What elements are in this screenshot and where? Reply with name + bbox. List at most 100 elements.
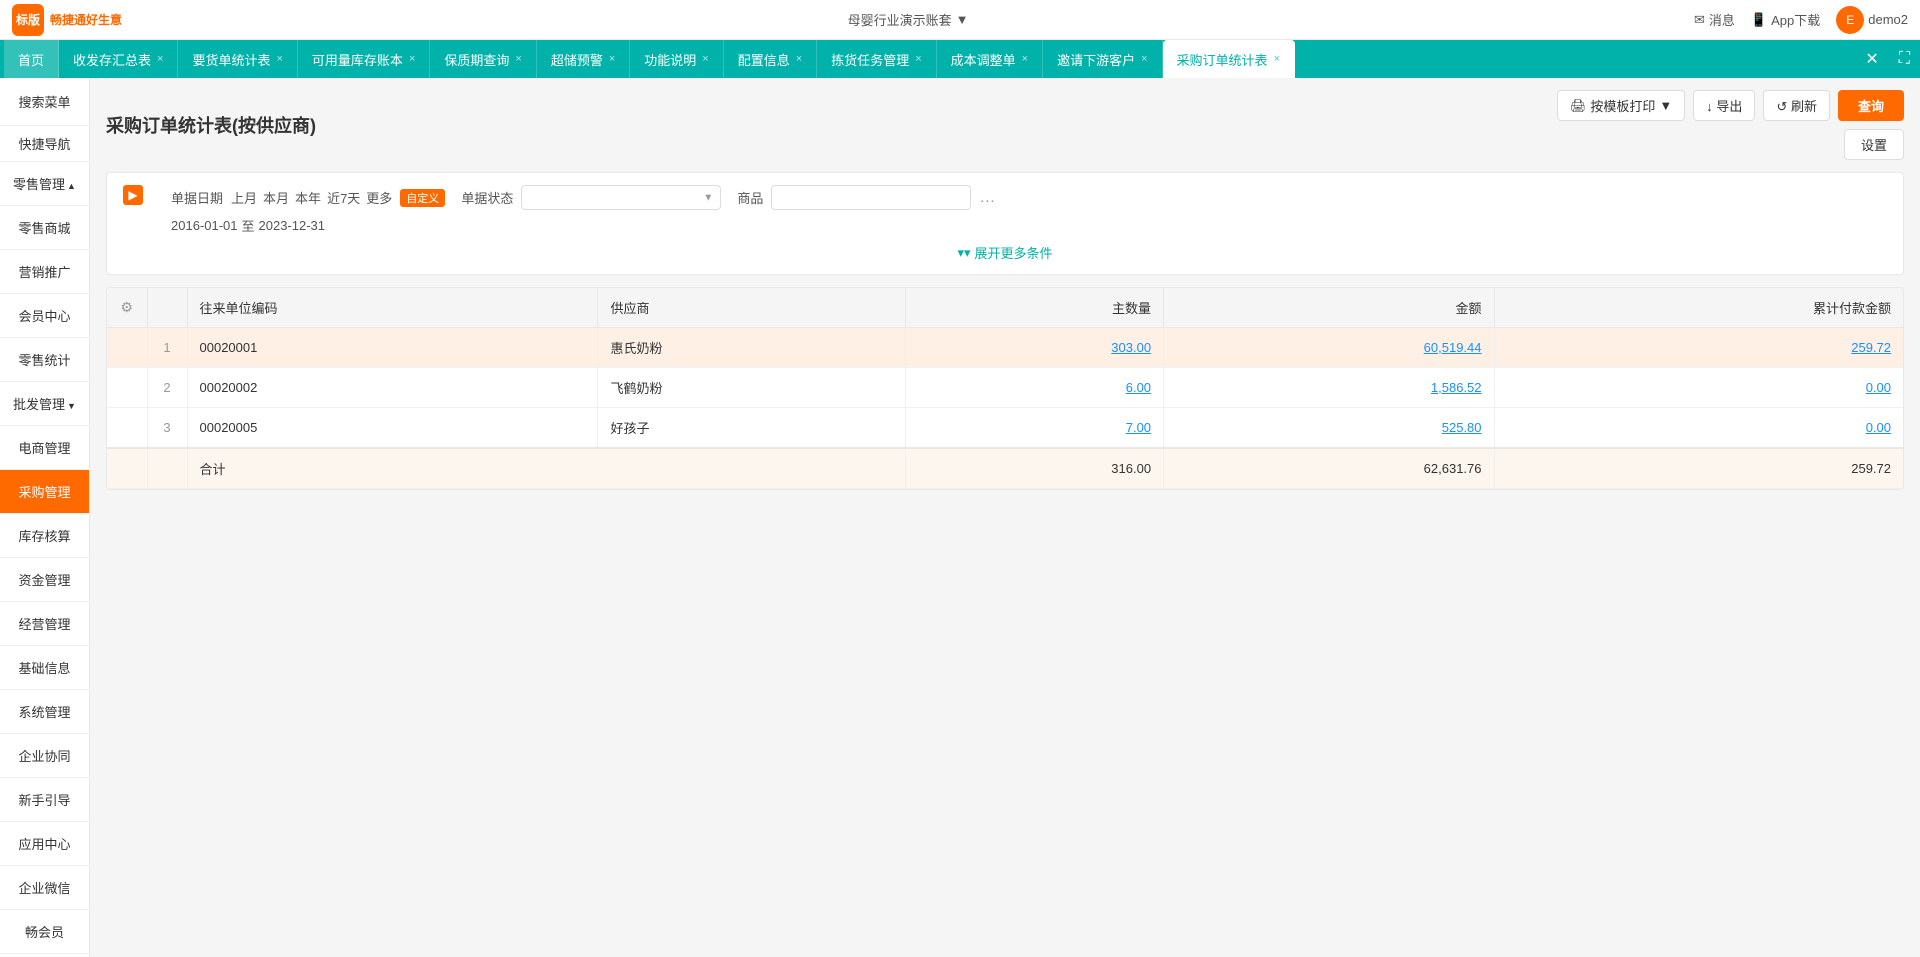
settings-btn[interactable]: 设置: [1844, 129, 1904, 160]
tab-overstock-close[interactable]: ×: [609, 53, 615, 65]
tab-collect-summary[interactable]: 收发存汇总表 ×: [59, 40, 178, 78]
shortcut-more[interactable]: 更多: [366, 188, 392, 207]
user-name: demo2: [1868, 12, 1908, 27]
workspace-selector[interactable]: 母婴行业演示账套 ▼: [848, 10, 969, 29]
table-container: ⚙ 往来单位编码 供应商 主数量 金额 累计付款金额 1 000200: [106, 287, 1904, 490]
table-row[interactable]: 3 00020005 好孩子 7.00 525.80 0.00: [107, 408, 1903, 449]
expand-more-btn[interactable]: ▾▾ 展开更多条件: [123, 235, 1887, 262]
sidebar-item-quick-nav[interactable]: 快捷导航: [0, 126, 89, 162]
tab-expiry-query-close[interactable]: ×: [515, 53, 521, 65]
tab-pick-task-close[interactable]: ×: [915, 53, 921, 65]
row-supplier-name: 好孩子: [598, 408, 905, 449]
tab-order-summary[interactable]: 要货单统计表 ×: [178, 40, 297, 78]
shortcut-this-month[interactable]: 本月: [263, 188, 289, 207]
sidebar-item-basic-info[interactable]: 基础信息: [0, 646, 89, 690]
app-download-btn[interactable]: 📱 App下载: [1751, 10, 1820, 29]
tab-func-desc-close[interactable]: ×: [702, 53, 708, 65]
filter-status-item: 单据状态: [461, 185, 721, 210]
row-amount: 1,586.52: [1164, 368, 1494, 408]
sidebar-item-app-center[interactable]: 应用中心: [0, 822, 89, 866]
sidebar-item-new-guide[interactable]: 新手引导: [0, 778, 89, 822]
user-area[interactable]: E demo2: [1836, 6, 1908, 34]
sidebar-item-ecom-mgmt[interactable]: 电商管理: [0, 426, 89, 470]
tab-func-desc[interactable]: 功能说明 ×: [630, 40, 723, 78]
tab-stock-ledger[interactable]: 可用量库存账本 ×: [298, 40, 430, 78]
refresh-btn[interactable]: ↺ 刷新: [1763, 90, 1830, 121]
sidebar-item-ops-mgmt[interactable]: 经营管理: [0, 602, 89, 646]
gear-icon[interactable]: ⚙: [120, 299, 133, 315]
filter-goods-item: 商品 …: [737, 185, 995, 210]
sidebar-item-enterprise-wechat[interactable]: 企业微信: [0, 866, 89, 910]
row-num: 1: [147, 328, 187, 368]
export-btn[interactable]: ↓ 导出: [1693, 90, 1755, 121]
sidebar-item-finance-mgmt[interactable]: 资金管理: [0, 558, 89, 602]
row-paid-amount: 259.72: [1494, 328, 1903, 368]
tab-stock-ledger-close[interactable]: ×: [409, 53, 415, 65]
query-settings-group: 查询 设置: [1838, 90, 1904, 160]
goods-input[interactable]: [771, 185, 971, 210]
tab-config-info-close[interactable]: ×: [796, 53, 802, 65]
table-row[interactable]: 2 00020002 飞鹤奶粉 6.00 1,586.52 0.00: [107, 368, 1903, 408]
expand-icon: ▾▾: [957, 245, 970, 261]
more-dots-btn[interactable]: …: [979, 189, 995, 207]
tab-invite-downstream-close[interactable]: ×: [1141, 53, 1147, 65]
top-right: ✉ 消息 📱 App下载 E demo2: [1694, 6, 1908, 34]
sidebar-item-member-center[interactable]: 会员中心: [0, 294, 89, 338]
export-icon: ↓: [1706, 99, 1713, 114]
tab-pick-task[interactable]: 拣货任务管理 ×: [817, 40, 936, 78]
tab-config-info[interactable]: 配置信息 ×: [724, 40, 817, 78]
row-amount: 525.80: [1164, 408, 1494, 449]
collapse-toggle[interactable]: ▶: [123, 185, 143, 205]
tab-close-all-btn[interactable]: ✕: [1859, 49, 1884, 69]
status-select[interactable]: [521, 185, 721, 210]
print-arrow: ▼: [1659, 98, 1672, 113]
shortcut-this-year[interactable]: 本年: [295, 188, 321, 207]
sidebar-item-retail-mall[interactable]: 零售商城: [0, 206, 89, 250]
th-amount: 金额: [1164, 288, 1494, 328]
tab-overstock[interactable]: 超储预警 ×: [537, 40, 630, 78]
sidebar-item-sys-mgmt[interactable]: 系统管理: [0, 690, 89, 734]
content-area: 采购订单统计表(按供应商) 🖨 按模板打印 ▼ ↓ 导出 ↺: [90, 78, 1920, 957]
tab-fullscreen-btn[interactable]: ⛶: [1893, 50, 1916, 68]
row-main-qty: 7.00: [905, 408, 1163, 449]
sidebar-item-retail-mgmt[interactable]: 零售管理: [0, 162, 89, 206]
message-btn[interactable]: ✉ 消息: [1694, 10, 1735, 29]
sidebar-search-area: 搜索菜单: [0, 78, 89, 126]
tab-collect-summary-close[interactable]: ×: [157, 53, 163, 65]
query-btn[interactable]: 查询: [1838, 90, 1904, 121]
sidebar-item-stock-audit[interactable]: 库存核算: [0, 514, 89, 558]
sidebar-item-retail-stats[interactable]: 零售统计: [0, 338, 89, 382]
row-paid-amount: 0.00: [1494, 368, 1903, 408]
nav-tab-actions: ✕ ⛶: [1859, 49, 1916, 69]
tab-purchase-summary[interactable]: 采购订单统计表 ×: [1163, 40, 1295, 78]
tab-cost-adjust-close[interactable]: ×: [1022, 53, 1028, 65]
page-content: 采购订单统计表(按供应商) 🖨 按模板打印 ▼ ↓ 导出 ↺: [90, 78, 1920, 957]
top-bar: 标版 畅捷通好生意 母婴行业演示账套 ▼ ✉ 消息 📱 App下载 E demo…: [0, 0, 1920, 40]
sidebar-item-wholesale-mgmt[interactable]: 批发管理: [0, 382, 89, 426]
sidebar-item-marketing[interactable]: 营销推广: [0, 250, 89, 294]
user-initial: E: [1846, 13, 1854, 27]
row-num: 2: [147, 368, 187, 408]
table-header-row: ⚙ 往来单位编码 供应商 主数量 金额 累计付款金额: [107, 288, 1903, 328]
tab-order-summary-label: 要货单统计表: [192, 50, 270, 69]
sidebar-item-purchase-mgmt[interactable]: 采购管理: [0, 470, 89, 514]
table-row[interactable]: 1 00020001 惠氏奶粉 303.00 60,519.44 259.72: [107, 328, 1903, 368]
tab-func-desc-label: 功能说明: [644, 50, 696, 69]
tab-cost-adjust[interactable]: 成本调整单 ×: [937, 40, 1043, 78]
sidebar-item-vip-member[interactable]: 畅会员: [0, 910, 89, 954]
search-menu-btn[interactable]: 搜索菜单: [8, 88, 81, 115]
tab-invite-downstream-label: 邀请下游客户: [1057, 50, 1135, 69]
tab-invite-downstream[interactable]: 邀请下游客户 ×: [1043, 40, 1162, 78]
printer-icon: 🖨: [1570, 98, 1587, 114]
tab-order-summary-close[interactable]: ×: [276, 53, 282, 65]
sidebar-item-enterprise-collab[interactable]: 企业协同: [0, 734, 89, 778]
print-btn[interactable]: 🖨 按模板打印 ▼: [1557, 90, 1685, 121]
tab-expiry-query[interactable]: 保质期查询 ×: [430, 40, 536, 78]
tab-home[interactable]: 首页: [4, 40, 59, 78]
tab-purchase-summary-close[interactable]: ×: [1274, 53, 1280, 65]
filter-panel: ▶ 单据日期 上月 本月 本年 近7天 更多: [106, 172, 1904, 275]
th-supplier-name: 供应商: [598, 288, 905, 328]
shortcut-7days[interactable]: 近7天: [327, 188, 360, 207]
footer-main-qty: 316.00: [905, 448, 1163, 489]
shortcut-last-month[interactable]: 上月: [231, 188, 257, 207]
